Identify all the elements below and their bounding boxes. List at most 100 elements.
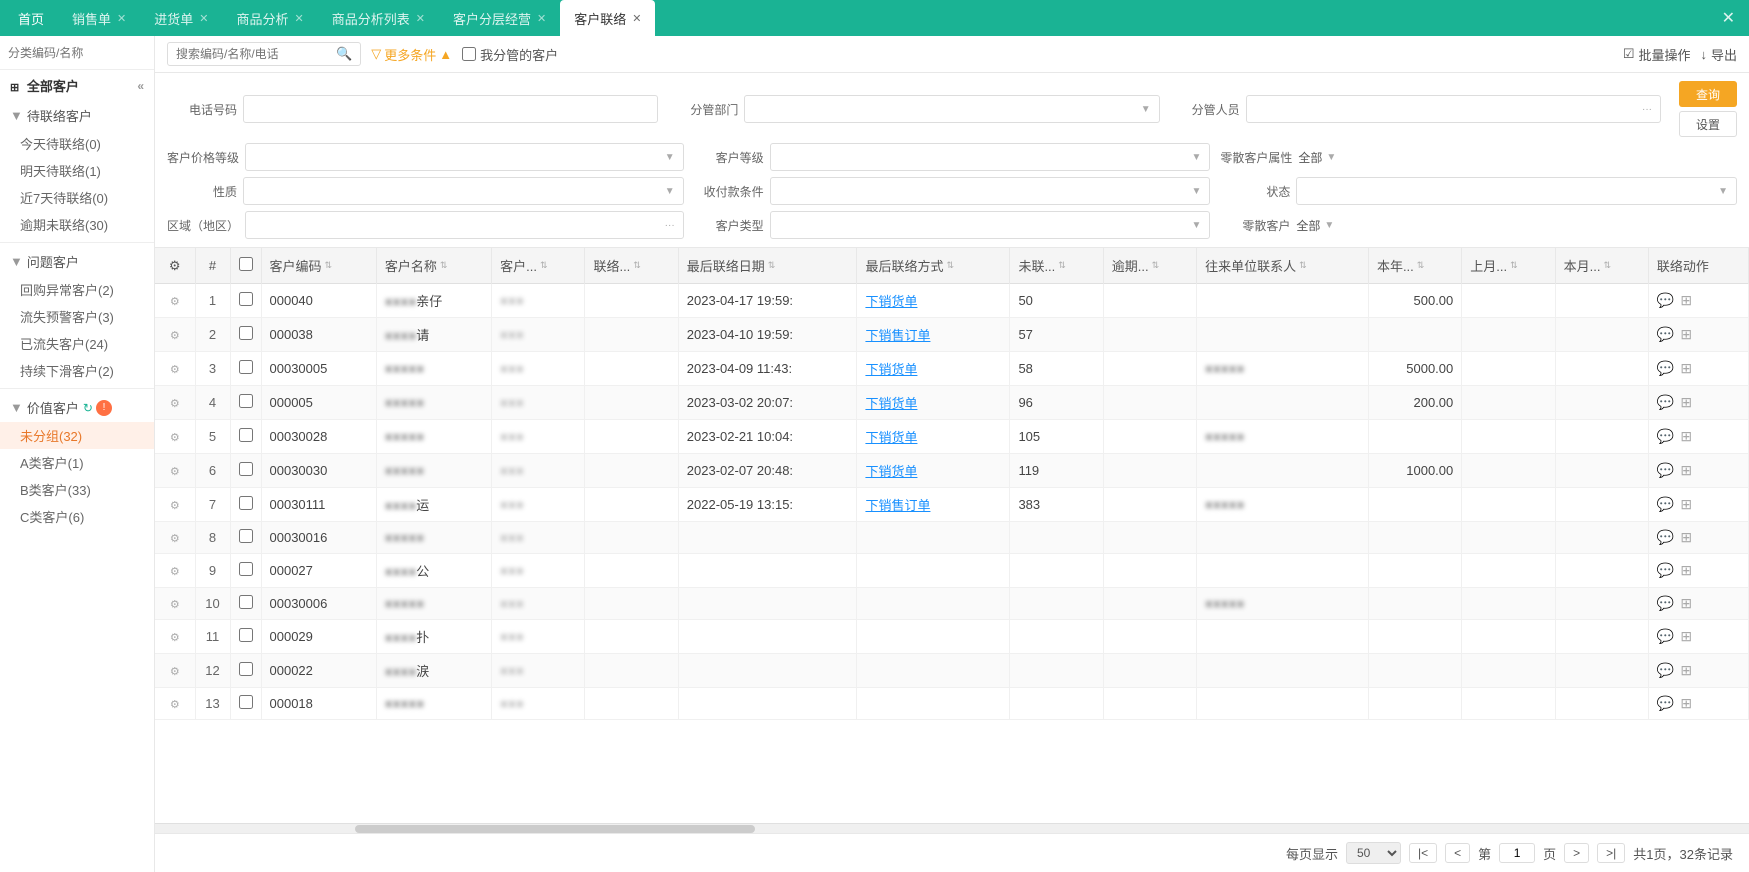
chat-action-icon[interactable]: 💬 (1657, 292, 1674, 309)
close-customer-contact-tab[interactable]: ✕ (632, 12, 641, 25)
grid-action-icon[interactable]: ⊞ (1680, 695, 1692, 712)
score-group-label[interactable]: ▼ 价值客户 ↻ ! (0, 393, 154, 422)
th-last-contact-date[interactable]: 最后联络日期 ⇅ (678, 248, 857, 284)
tab-sales[interactable]: 销售单 ✕ (58, 0, 140, 36)
sidebar-item-today-pending[interactable]: 今天待联络(0) (0, 130, 154, 157)
phone-input[interactable] (243, 95, 658, 123)
th-this-month[interactable]: 本月... ⇅ (1555, 248, 1648, 284)
chat-action-icon[interactable]: 💬 (1657, 428, 1674, 445)
problem-group-label[interactable]: ▼ 问题客户 (0, 247, 154, 276)
page-number-input[interactable] (1499, 843, 1535, 863)
chat-action-icon[interactable]: 💬 (1657, 326, 1674, 343)
grid-action-icon[interactable]: ⊞ (1680, 428, 1692, 445)
region-select[interactable]: ··· (245, 211, 684, 239)
row-checkbox[interactable] (239, 695, 253, 709)
sidebar-item-ungrouped[interactable]: 未分组(32) (0, 422, 154, 449)
close-product-list-tab[interactable]: ✕ (416, 12, 425, 25)
close-product-analysis-tab[interactable]: ✕ (295, 12, 304, 25)
row-checkbox[interactable] (239, 562, 253, 576)
sidebar-item-repurchase-abnormal[interactable]: 回购异常客户(2) (0, 276, 154, 303)
last-contact-way-link[interactable]: 下销售订单 (865, 498, 930, 513)
reset-button[interactable]: 设置 (1679, 111, 1737, 137)
row-checkbox[interactable] (239, 292, 253, 306)
customer-level-select[interactable]: ▼ (770, 143, 1211, 171)
grid-action-icon[interactable]: ⊞ (1680, 496, 1692, 513)
grid-action-icon[interactable]: ⊞ (1680, 292, 1692, 309)
chat-action-icon[interactable]: 💬 (1657, 462, 1674, 479)
per-page-select[interactable]: 50 20 100 (1346, 842, 1401, 864)
gear-settings-icon[interactable]: ⚙ (169, 258, 181, 273)
grid-action-icon[interactable]: ⊞ (1680, 562, 1692, 579)
tab-customer-segment[interactable]: 客户分层经营 ✕ (439, 0, 560, 36)
sidebar-item-class-a[interactable]: A类客户(1) (0, 449, 154, 476)
close-purchase-tab[interactable]: ✕ (199, 12, 208, 25)
grid-action-icon[interactable]: ⊞ (1680, 628, 1692, 645)
th-overdue[interactable]: 逾期... ⇅ (1103, 248, 1196, 284)
chat-action-icon[interactable]: 💬 (1657, 496, 1674, 513)
main-search-icon[interactable]: 🔍 (336, 46, 352, 62)
more-conditions-toggle[interactable]: ▽ 更多条件 ▲ (371, 45, 452, 64)
next-page-button[interactable]: > (1564, 843, 1589, 863)
sidebar-item-class-c[interactable]: C类客户(6) (0, 503, 154, 530)
grid-action-icon[interactable]: ⊞ (1680, 462, 1692, 479)
th-contact[interactable]: 联络... ⇅ (585, 248, 678, 284)
grid-action-icon[interactable]: ⊞ (1680, 360, 1692, 377)
batch-ops-button[interactable]: ☑ 批量操作 (1623, 45, 1691, 64)
chat-action-icon[interactable]: 💬 (1657, 662, 1674, 679)
select-all-checkbox[interactable] (239, 257, 253, 271)
grid-action-icon[interactable]: ⊞ (1680, 529, 1692, 546)
zero-customer-select[interactable]: 全部 ▼ (1296, 217, 1737, 234)
manager-select[interactable]: ··· (1246, 95, 1661, 123)
row-checkbox[interactable] (239, 628, 253, 642)
last-page-button[interactable]: >| (1597, 843, 1625, 863)
chat-action-icon[interactable]: 💬 (1657, 595, 1674, 612)
dept-select[interactable]: ▼ (744, 95, 1159, 123)
row-checkbox[interactable] (239, 529, 253, 543)
sidebar-item-churn-warning[interactable]: 流失预警客户(3) (0, 303, 154, 330)
my-customers-checkbox[interactable]: 我分管的客户 (462, 45, 558, 64)
tab-home[interactable]: 首页 (4, 0, 58, 36)
row-checkbox[interactable] (239, 326, 253, 340)
th-category[interactable]: 客户... ⇅ (492, 248, 585, 284)
last-contact-way-link[interactable]: 下销货单 (865, 362, 917, 377)
chat-action-icon[interactable]: 💬 (1657, 562, 1674, 579)
chat-action-icon[interactable]: 💬 (1657, 529, 1674, 546)
chat-action-icon[interactable]: 💬 (1657, 360, 1674, 377)
row-checkbox[interactable] (239, 428, 253, 442)
th-gear[interactable]: ⚙ (155, 248, 195, 284)
main-search-input[interactable] (176, 47, 331, 61)
customer-type-select[interactable]: ▼ (770, 211, 1211, 239)
pending-group-label[interactable]: ▼ 待联络客户 (0, 101, 154, 130)
row-checkbox[interactable] (239, 496, 253, 510)
query-button[interactable]: 查询 (1679, 81, 1737, 107)
tab-customer-contact[interactable]: 客户联络 ✕ (560, 0, 655, 36)
horizontal-scrollbar[interactable] (155, 823, 1749, 833)
th-no-contact[interactable]: 未联... ⇅ (1010, 248, 1103, 284)
sidebar-item-7day-pending[interactable]: 近7天待联络(0) (0, 184, 154, 211)
chat-action-icon[interactable]: 💬 (1657, 695, 1674, 712)
grid-action-icon[interactable]: ⊞ (1680, 595, 1692, 612)
my-customers-check[interactable] (462, 47, 476, 61)
sidebar-search-input[interactable] (8, 46, 155, 60)
first-page-button[interactable]: |< (1409, 843, 1437, 863)
th-last-month[interactable]: 上月... ⇅ (1462, 248, 1555, 284)
chat-action-icon[interactable]: 💬 (1657, 628, 1674, 645)
row-checkbox[interactable] (239, 462, 253, 476)
last-contact-way-link[interactable]: 下销售订单 (865, 328, 930, 343)
export-button[interactable]: ↓ 导出 (1700, 45, 1737, 64)
row-checkbox[interactable] (239, 595, 253, 609)
sidebar-item-class-b[interactable]: B类客户(33) (0, 476, 154, 503)
th-code[interactable]: 客户编码 ⇅ (261, 248, 376, 284)
row-checkbox[interactable] (239, 394, 253, 408)
tab-product-list[interactable]: 商品分析列表 ✕ (318, 0, 439, 36)
prev-page-button[interactable]: < (1445, 843, 1470, 863)
chat-action-icon[interactable]: 💬 (1657, 394, 1674, 411)
last-contact-way-link[interactable]: 下销货单 (865, 464, 917, 479)
tab-product-analysis[interactable]: 商品分析 ✕ (222, 0, 317, 36)
status-select[interactable]: ▼ (1296, 177, 1737, 205)
sidebar-item-tomorrow-pending[interactable]: 明天待联络(1) (0, 157, 154, 184)
sidebar-item-declining[interactable]: 持续下滑客户(2) (0, 357, 154, 384)
scrollbar-thumb[interactable] (355, 825, 755, 833)
th-last-contact-way[interactable]: 最后联络方式 ⇅ (857, 248, 1010, 284)
window-close-button[interactable]: ✕ (1712, 8, 1745, 28)
